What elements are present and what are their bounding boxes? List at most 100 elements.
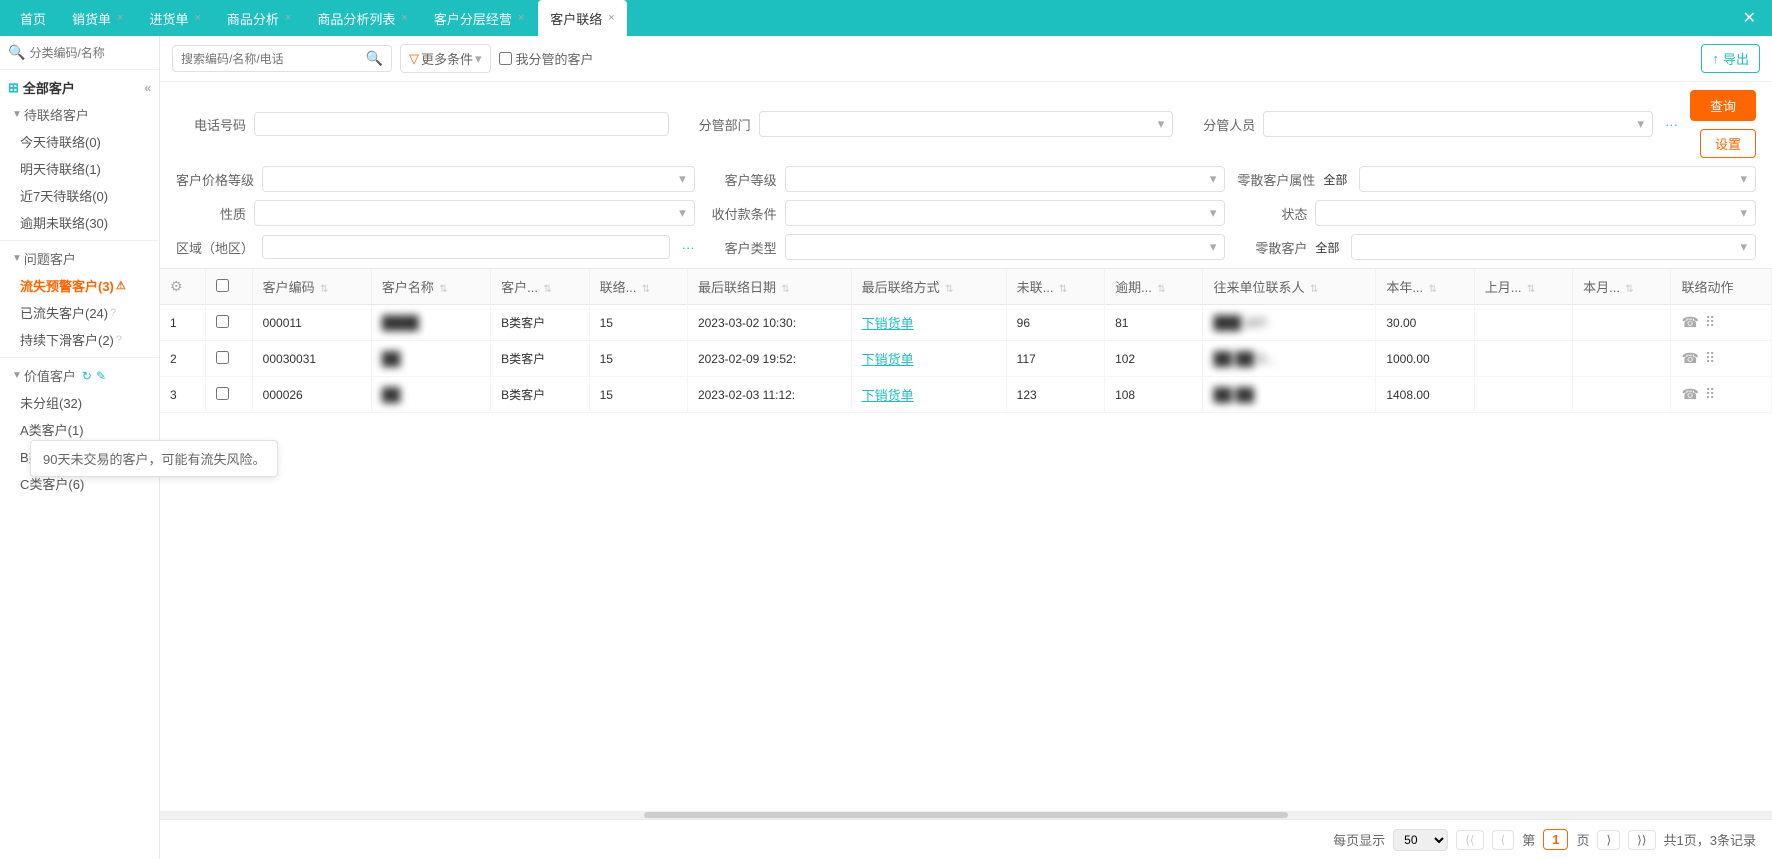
contact-action-icon[interactable]: ☎ — [1681, 314, 1698, 331]
customer-level-select[interactable]: ▾ — [785, 166, 1226, 192]
sidebar-all-customers[interactable]: ⊞ 全部客户 « — [0, 70, 159, 101]
more-action-icon[interactable]: ⠿ — [1705, 386, 1715, 403]
col-contact-person: 往来单位联系人 ⇅ — [1203, 269, 1376, 305]
nav-purchase[interactable]: 进货单 × — [137, 0, 212, 36]
nav-sales[interactable]: 销货单 × — [60, 0, 135, 36]
price-level-select[interactable]: ▾ — [262, 166, 695, 192]
sidebar-collapse-icon[interactable]: « — [144, 81, 151, 95]
year-amount-sort-icon[interactable]: ⇅ — [1429, 284, 1437, 295]
more-action-icon[interactable]: ⠿ — [1705, 314, 1715, 331]
sidebar-item-tomorrow-contact[interactable]: 明天待联络(1) — [0, 155, 159, 182]
window-close-button[interactable]: ✕ — [1735, 8, 1764, 28]
region-dots-icon[interactable]: ··· — [682, 240, 695, 255]
row-checkbox[interactable] — [216, 315, 229, 328]
contact-person-sort-icon[interactable]: ⇅ — [1310, 284, 1318, 295]
nav-customer-contact[interactable]: 客户联络 × — [538, 0, 626, 36]
contact-count-sort-icon[interactable]: ⇅ — [642, 284, 650, 295]
more-conditions-button[interactable]: ▽ 更多条件 ▾ — [400, 44, 491, 73]
sidebar-item-churn-warning[interactable]: 流失预警客户(3) ⚠ — [0, 272, 159, 299]
search-icon[interactable]: 🔍 — [366, 50, 383, 67]
edit-icon[interactable]: ✎ — [96, 369, 106, 383]
row-checkbox[interactable] — [216, 387, 229, 400]
last-method-link[interactable]: 下销货单 — [862, 352, 914, 367]
nav-analysis[interactable]: 商品分析 × — [215, 0, 303, 36]
sidebar-group-pending-label: 待联络客户 — [24, 105, 89, 124]
payment-select[interactable]: ▾ — [785, 200, 1226, 226]
col-actions: 联络动作 — [1671, 269, 1772, 305]
sidebar-item-class-a[interactable]: A类客户(1) — [0, 416, 159, 443]
refresh-icon[interactable]: ↻ — [82, 369, 92, 383]
last-date-sort-icon[interactable]: ⇅ — [781, 284, 789, 295]
sidebar-item-today-contact[interactable]: 今天待联络(0) — [0, 128, 159, 155]
col-settings: ⚙ — [160, 269, 205, 305]
sidebar-item-declining[interactable]: 持续下滑客户(2) ? — [0, 326, 159, 353]
person-select[interactable]: ▾ — [1263, 111, 1653, 137]
row-uncontacted: 117 — [1006, 341, 1104, 377]
nature-select[interactable]: ▾ — [254, 200, 695, 226]
customer-type-select[interactable]: ▾ — [785, 234, 1226, 260]
settings-gear-icon[interactable]: ⚙ — [170, 278, 183, 294]
filter-retail-attr: 零散客户属性 全部 ▾ — [1237, 166, 1756, 192]
sidebar-item-7day-contact[interactable]: 近7天待联络(0) — [0, 182, 159, 209]
my-customer-checkbox-container: 我分管的客户 — [499, 49, 594, 68]
nav-home[interactable]: 首页 — [8, 0, 58, 36]
sidebar-item-ungrouped[interactable]: 未分组(32) — [0, 389, 159, 416]
nav-purchase-close[interactable]: × — [194, 12, 200, 24]
code-sort-icon[interactable]: ⇅ — [320, 284, 328, 295]
nav-customer-layered-close[interactable]: × — [518, 12, 524, 24]
contact-action-icon[interactable]: ☎ — [1681, 350, 1698, 367]
dept-select[interactable]: ▾ — [759, 111, 1174, 137]
scrollbar-thumb[interactable] — [644, 812, 1289, 818]
export-button[interactable]: ↑ 导出 — [1701, 44, 1760, 73]
phone-input[interactable] — [254, 112, 669, 136]
uncontacted-sort-icon[interactable]: ⇅ — [1059, 284, 1067, 295]
sidebar-search-input[interactable] — [29, 46, 160, 60]
sidebar-group-value[interactable]: ▼ 价值客户 ↻ ✎ — [0, 362, 159, 389]
retail-customer-select[interactable]: ▾ — [1351, 234, 1756, 260]
last-method-sort-icon[interactable]: ⇅ — [945, 284, 953, 295]
retail-customer-arrow: ▾ — [1740, 239, 1747, 255]
retail-attr-select[interactable]: ▾ — [1359, 166, 1756, 192]
more-action-icon[interactable]: ⠿ — [1705, 350, 1715, 367]
row-checkbox[interactable] — [216, 351, 229, 364]
status-select[interactable]: ▾ — [1315, 200, 1756, 226]
nav-analysis-list[interactable]: 商品分析列表 × — [305, 0, 419, 36]
sidebar-item-overdue-contact[interactable]: 逾期未联络(30) — [0, 209, 159, 236]
person-more-icon[interactable]: ··· — [1665, 117, 1678, 132]
name-sort-icon[interactable]: ⇅ — [439, 284, 447, 295]
sidebar-item-churned[interactable]: 已流失客户(24) ? — [0, 299, 159, 326]
search-input[interactable] — [181, 52, 362, 66]
last-method-link[interactable]: 下销货单 — [862, 388, 914, 403]
nav-sales-close[interactable]: × — [117, 12, 123, 24]
sidebar-group-pending[interactable]: ▼ 待联络客户 — [0, 101, 159, 128]
row-last-date: 2023-02-09 19:52: — [687, 341, 851, 377]
horizontal-scrollbar[interactable] — [160, 811, 1772, 819]
row-name: ██ — [371, 341, 490, 377]
query-button[interactable]: 查询 — [1690, 90, 1756, 121]
settings-button[interactable]: 设置 — [1700, 129, 1756, 158]
nav-analysis-list-close[interactable]: × — [401, 12, 407, 24]
action-icons-container: ☎ ⠿ — [1681, 350, 1761, 367]
sidebar-group-problem[interactable]: ▼ 问题客户 — [0, 245, 159, 272]
region-input[interactable] — [262, 235, 670, 259]
contact-action-icon[interactable]: ☎ — [1681, 386, 1698, 403]
row-actions: ☎ ⠿ — [1671, 305, 1772, 341]
select-all-checkbox[interactable] — [216, 279, 229, 292]
next-page-button[interactable]: ⟩ — [1597, 830, 1620, 850]
row-actions: ☎ ⠿ — [1671, 341, 1772, 377]
nav-analysis-close[interactable]: × — [285, 12, 291, 24]
this-month-sort-icon[interactable]: ⇅ — [1625, 284, 1633, 295]
prev-page-button[interactable]: ⟨ — [1492, 830, 1515, 850]
last-page-button[interactable]: ⟩⟩ — [1628, 830, 1655, 850]
first-page-button[interactable]: ⟨⟨ — [1456, 830, 1483, 850]
type-sort-icon[interactable]: ⇅ — [543, 284, 551, 295]
nav-customer-contact-close[interactable]: × — [608, 12, 614, 24]
per-page-select[interactable]: 50 100 200 — [1393, 829, 1448, 851]
last-month-sort-icon[interactable]: ⇅ — [1527, 284, 1535, 295]
col-last-date: 最后联络日期 ⇅ — [687, 269, 851, 305]
col-name: 客户名称 ⇅ — [371, 269, 490, 305]
nav-customer-layered[interactable]: 客户分层经营 × — [422, 0, 536, 36]
overdue-sort-icon[interactable]: ⇅ — [1157, 284, 1165, 295]
my-customer-checkbox[interactable] — [499, 52, 512, 65]
last-method-link[interactable]: 下销货单 — [862, 316, 914, 331]
